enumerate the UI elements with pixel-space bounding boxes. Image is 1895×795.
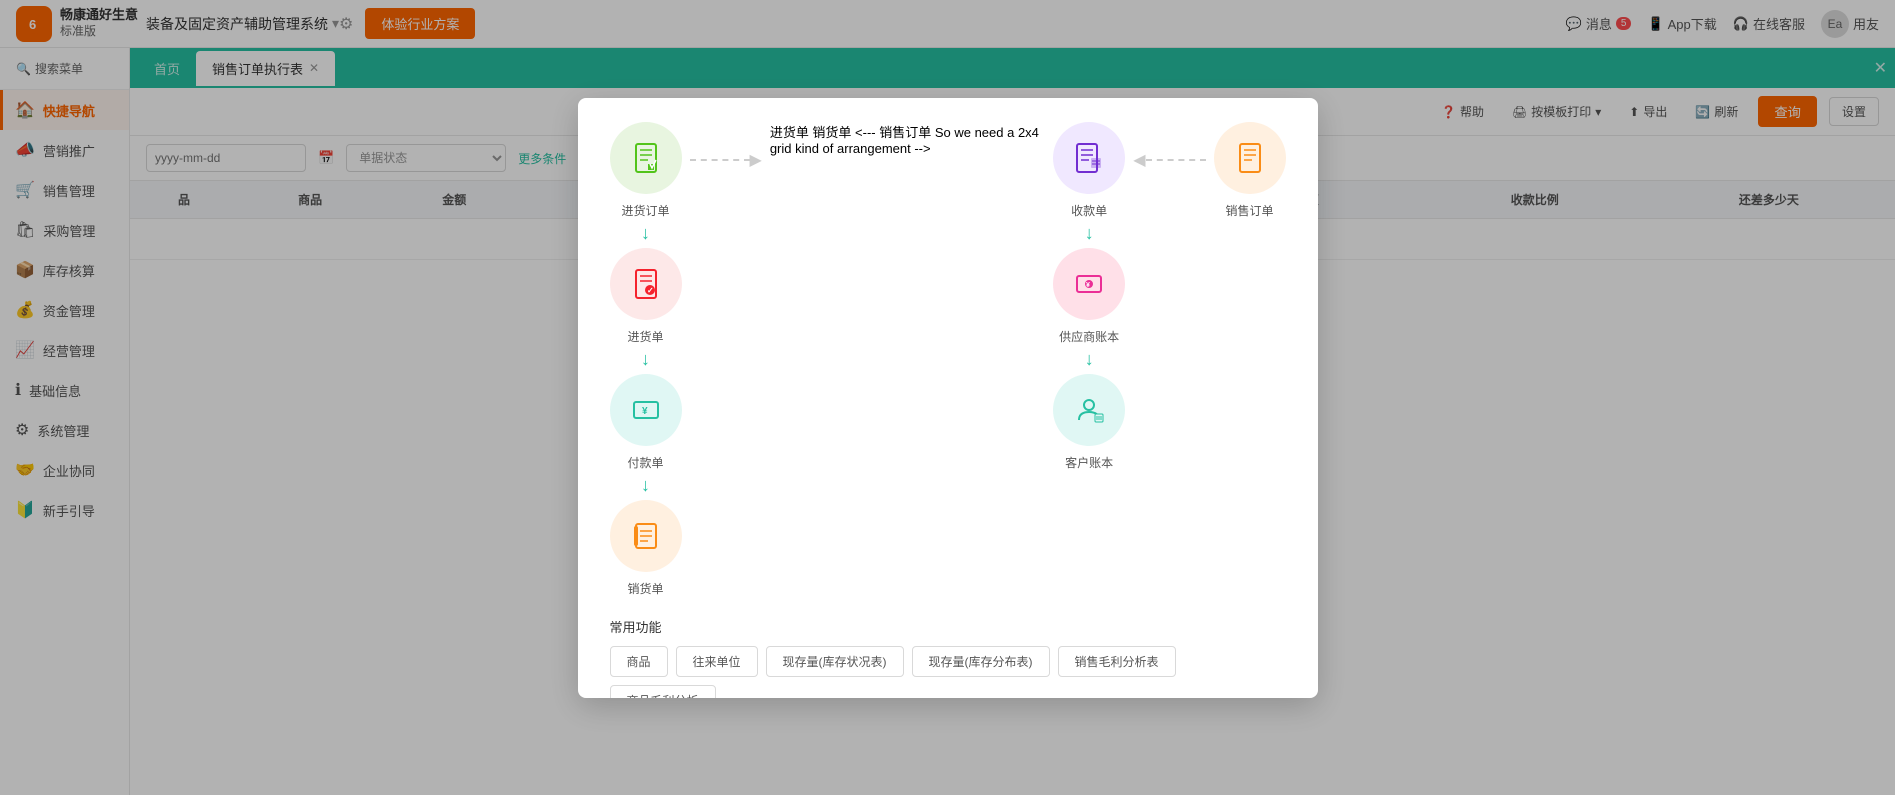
flow-node-purchase-slip: ✓ 进货单 <box>610 248 682 345</box>
func-btn-stock-status[interactable]: 现存量(库存状况表) <box>766 646 904 677</box>
connector-area: ▶ <box>682 150 770 170</box>
supplier-ledger-label: 销货单 <box>627 580 663 597</box>
payment-circle: ¥ <box>610 374 682 446</box>
svg-text:¥: ¥ <box>1086 282 1090 289</box>
svg-text:✓: ✓ <box>647 286 654 295</box>
purchase-slip-circle: ✓ <box>610 248 682 320</box>
arrow-down-2: ↓ <box>641 349 650 370</box>
arrow-down-4: ↓ <box>1085 223 1094 244</box>
arrow-down-1: ↓ <box>641 223 650 244</box>
customer-ledger-label: 客户账本 <box>1065 454 1113 471</box>
func-btn-sales-margin[interactable]: 销售毛利分析表 <box>1058 646 1176 677</box>
common-funcs-title: 常用功能 <box>610 617 1286 636</box>
modal: 进货订单 ↓ ✓ 进货单 ↓ <box>578 98 1318 698</box>
flow-node-receipt: ¥ 供应商账本 <box>1053 248 1125 345</box>
sales-order-label: 销售订单 <box>1225 202 1273 219</box>
svg-text:¥: ¥ <box>642 406 648 417</box>
func-btn-product[interactable]: 商品 <box>610 646 668 677</box>
sales-slip-circle <box>1053 122 1125 194</box>
func-btn-stock-dist[interactable]: 现存量(库存分布表) <box>912 646 1050 677</box>
func-btn-product-margin[interactable]: 商品毛利分析 <box>610 685 716 698</box>
flow-node-supplier-ledger: 销货单 <box>610 500 682 597</box>
supplier-ledger-circle <box>610 500 682 572</box>
flow-node-payment: ¥ 付款单 <box>610 374 682 471</box>
flow-node-customer-ledger: 客户账本 <box>1053 374 1125 471</box>
modal-body: 进货订单 ↓ ✓ 进货单 ↓ <box>578 98 1318 698</box>
receipt-circle: ¥ <box>1053 248 1125 320</box>
customer-ledger-circle <box>1053 374 1125 446</box>
payment-label: 付款单 <box>627 454 663 471</box>
receipt-label: 供应商账本 <box>1059 328 1119 345</box>
arrow-down-3: ↓ <box>641 475 650 496</box>
modal-overlay[interactable]: 进货订单 ↓ ✓ 进货单 ↓ <box>0 0 1895 795</box>
arrow-down-5: ↓ <box>1085 349 1094 370</box>
purchase-order-circle <box>610 122 682 194</box>
func-btn-unit[interactable]: 往来单位 <box>676 646 758 677</box>
sales-order-circle <box>1214 122 1286 194</box>
sales-slip-label: 收款单 <box>1071 202 1107 219</box>
purchase-slip-label: 进货单 <box>627 328 663 345</box>
flow-node-sales-slip: 收款单 <box>1053 122 1125 219</box>
purchase-order-label: 进货订单 <box>621 202 669 219</box>
connector-area-2: ◀ <box>1125 150 1213 170</box>
flow-node-purchase-order: 进货订单 <box>610 122 682 219</box>
func-buttons-row-1: 商品 往来单位 现存量(库存状况表) 现存量(库存分布表) 销售毛利分析表 商品… <box>610 646 1286 698</box>
common-funcs: 常用功能 商品 往来单位 现存量(库存状况表) 现存量(库存分布表) 销售毛利分… <box>610 617 1286 698</box>
flow-node-sales-order: 销售订单 <box>1214 122 1286 219</box>
